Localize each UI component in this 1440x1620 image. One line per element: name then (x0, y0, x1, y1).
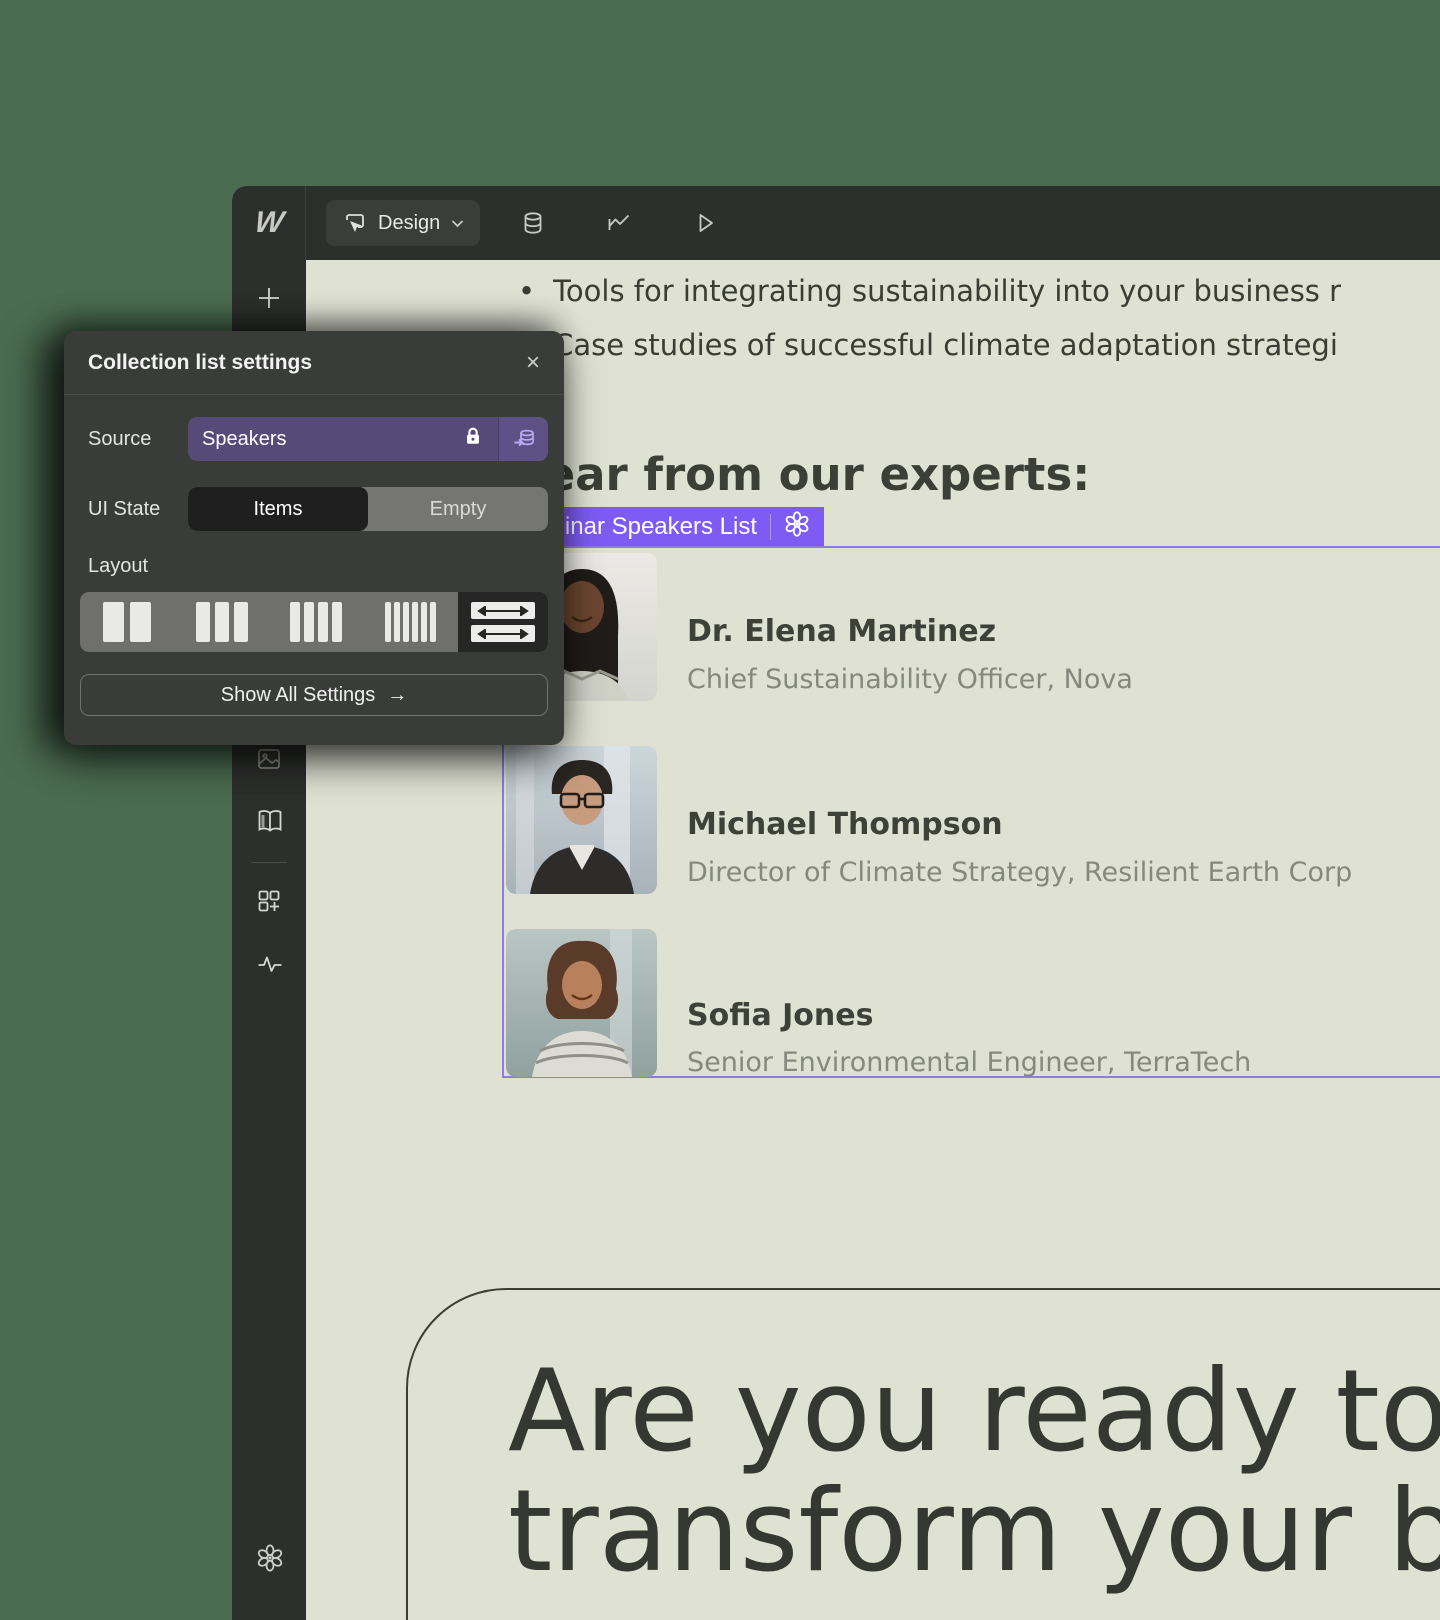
ui-state-segmented-control: Items Empty (188, 487, 548, 531)
cta-heading-line1: Are you ready to (508, 1352, 1440, 1472)
layout-option-2-columns[interactable] (80, 592, 175, 652)
screen: • Tools for integrating sustainability i… (0, 0, 1440, 1620)
list-item: • Tools for integrating sustainability i… (518, 274, 1341, 308)
speaker-role: Chief Sustainability Officer, Nova (687, 664, 1133, 695)
cta-heading: Are you ready to transform your b (508, 1352, 1440, 1592)
source-value: Speakers (202, 428, 452, 451)
cms-database-icon[interactable] (520, 210, 546, 236)
list-item: • Case studies of successful climate ada… (518, 328, 1338, 362)
show-all-settings-button[interactable]: Show All Settings → (80, 674, 548, 716)
collection-list-settings-panel: Collection list settings × Source Speake… (64, 331, 564, 745)
arrow-right-icon: → (387, 684, 407, 707)
layout-options (80, 592, 548, 652)
audit-chart-icon[interactable] (606, 210, 632, 236)
source-value-field[interactable]: Speakers (188, 417, 498, 461)
source-field[interactable]: Speakers (188, 417, 548, 461)
speaker-photo (506, 929, 657, 1077)
layout-option-rows[interactable] (458, 592, 548, 652)
layout-option-3-columns[interactable] (175, 592, 270, 652)
tag-divider (770, 514, 771, 540)
speaker-role: Senior Environmental Engineer, TerraTech (687, 1047, 1251, 1078)
panel-title: Collection list settings (88, 351, 312, 375)
ui-state-row: UI State Items Empty (64, 487, 564, 531)
layout-label: Layout (64, 555, 564, 578)
close-icon[interactable]: × (526, 351, 540, 375)
cta-heading-line2: transform your b (508, 1472, 1440, 1592)
preview-play-icon[interactable] (692, 210, 718, 236)
sidebar-divider (251, 862, 287, 863)
settings-gear-icon[interactable] (256, 1544, 282, 1570)
show-all-settings-label: Show All Settings (221, 684, 376, 707)
speaker-name: Michael Thompson (687, 807, 1003, 842)
speaker-photo (506, 746, 657, 894)
ui-state-empty-tab[interactable]: Empty (368, 487, 548, 531)
interactions-pulse-icon[interactable] (256, 951, 282, 977)
design-mode-label: Design (378, 212, 440, 235)
webinar-speakers-collection-list[interactable]: Dr. Elena Martinez Chief Sustainability … (502, 546, 1440, 1078)
speaker-role: Director of Climate Strategy, Resilient … (687, 857, 1352, 888)
speaker-name: Sofia Jones (687, 998, 873, 1033)
components-grid-icon[interactable] (256, 888, 282, 914)
rows-layout-icon (471, 602, 535, 642)
layout-option-6-columns[interactable] (364, 592, 459, 652)
element-settings-gear-icon[interactable] (784, 511, 810, 544)
ui-state-items-tab[interactable]: Items (188, 487, 368, 531)
ui-state-label: UI State (88, 498, 188, 521)
source-row: Source Speakers (64, 417, 564, 461)
bullet-icon: • (518, 274, 535, 308)
chevron-down-icon (450, 216, 464, 230)
select-cursor-icon (342, 210, 368, 236)
pages-book-icon[interactable] (256, 808, 282, 834)
go-to-collection-button[interactable] (498, 417, 548, 461)
experts-heading: Hear from our experts: (507, 448, 1090, 501)
add-elements-icon[interactable] (256, 285, 282, 311)
lock-icon (462, 425, 484, 453)
layout-option-4-columns[interactable] (269, 592, 364, 652)
source-label: Source (88, 428, 188, 451)
top-toolbar: W Design (232, 186, 1440, 260)
assets-image-icon[interactable] (256, 746, 282, 772)
bullet-text: Case studies of successful climate adapt… (553, 328, 1338, 362)
speaker-name: Dr. Elena Martinez (687, 614, 996, 649)
webflow-logo[interactable]: W (232, 186, 306, 260)
design-mode-button[interactable]: Design (326, 200, 480, 246)
panel-header: Collection list settings × (64, 331, 564, 395)
bullet-text: Tools for integrating sustainability int… (553, 274, 1341, 308)
